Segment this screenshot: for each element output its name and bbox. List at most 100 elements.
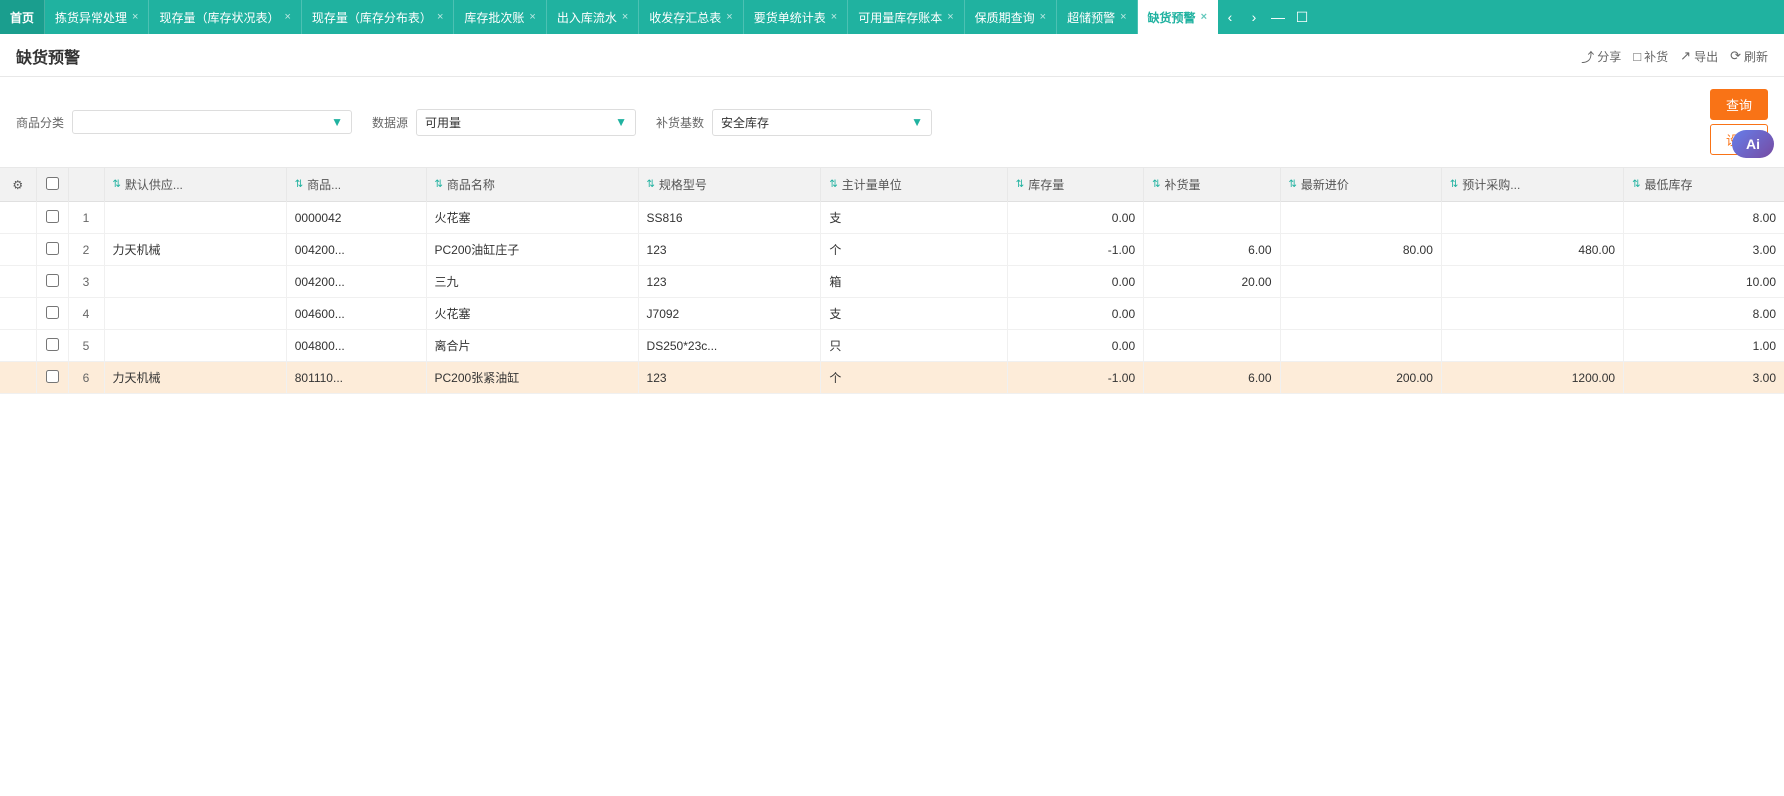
- tab-avail-close[interactable]: ×: [947, 11, 953, 23]
- category-select[interactable]: ▼: [72, 110, 352, 134]
- replenish-basis-select[interactable]: 安全库存 ▼: [712, 109, 932, 136]
- td-code-0: 0000042: [286, 202, 426, 234]
- td-gear-5: [0, 362, 36, 394]
- table-wrap: ⚙ ⇅ 默认供应... ⇅ 商: [0, 168, 1784, 394]
- td-supplier-3: [104, 298, 286, 330]
- td-name-4: 离合片: [426, 330, 638, 362]
- td-checkbox-3[interactable]: [36, 298, 68, 330]
- sort-icon-spec: ⇅: [647, 179, 655, 190]
- tab-stock2[interactable]: 现存量（库存分布表） ×: [302, 0, 454, 34]
- th-index: [68, 168, 104, 202]
- td-checkbox-5[interactable]: [36, 362, 68, 394]
- td-minstock-4: 1.00: [1624, 330, 1784, 362]
- tab-flow[interactable]: 出入库流水 ×: [547, 0, 639, 34]
- tab-pick[interactable]: 拣货异常处理 ×: [45, 0, 149, 34]
- th-gear[interactable]: ⚙: [0, 168, 36, 202]
- th-checkbox[interactable]: [36, 168, 68, 202]
- td-unit-4: 只: [821, 330, 1007, 362]
- td-spec-4: DS250*23c...: [638, 330, 821, 362]
- tab-minimize-btn[interactable]: —: [1266, 0, 1290, 34]
- tab-stock2-close[interactable]: ×: [437, 11, 443, 23]
- th-min-stock[interactable]: ⇅ 最低库存: [1624, 168, 1784, 202]
- tab-summary-label: 收发存汇总表: [649, 9, 721, 26]
- th-unit-label: 主计量单位: [842, 176, 902, 193]
- td-price-0: [1280, 202, 1441, 234]
- ai-button[interactable]: Ai: [1732, 130, 1774, 158]
- tab-batch-close[interactable]: ×: [529, 11, 535, 23]
- tab-summary[interactable]: 收发存汇总表 ×: [639, 0, 743, 34]
- tab-overstock[interactable]: 超储预警 ×: [1057, 0, 1137, 34]
- replenish-button[interactable]: □ 补货: [1633, 48, 1668, 65]
- tab-batch[interactable]: 库存批次账 ×: [454, 0, 546, 34]
- td-code-2: 004200...: [286, 266, 426, 298]
- tab-next-btn[interactable]: ›: [1242, 0, 1266, 34]
- table-row: 4 004600... 火花塞 J7092 支 0.00 8.00: [0, 298, 1784, 330]
- td-supplier-0: [104, 202, 286, 234]
- td-minstock-3: 8.00: [1624, 298, 1784, 330]
- td-checkbox-1[interactable]: [36, 234, 68, 266]
- tab-demand-label: 要货单统计表: [754, 9, 826, 26]
- sort-icon-estimated: ⇅: [1450, 179, 1458, 190]
- td-checkbox-4[interactable]: [36, 330, 68, 362]
- td-name-2: 三九: [426, 266, 638, 298]
- td-stock-3: 0.00: [1007, 298, 1143, 330]
- td-minstock-0: 8.00: [1624, 202, 1784, 234]
- row-checkbox-0[interactable]: [46, 210, 59, 223]
- th-estimated-label: 预计采购...: [1462, 176, 1520, 193]
- th-replenish-qty[interactable]: ⇅ 补货量: [1144, 168, 1280, 202]
- tab-avail[interactable]: 可用量库存账本 ×: [848, 0, 964, 34]
- row-checkbox-3[interactable]: [46, 306, 59, 319]
- th-default-supplier[interactable]: ⇅ 默认供应...: [104, 168, 286, 202]
- query-button[interactable]: 查询: [1710, 89, 1768, 120]
- th-product-code[interactable]: ⇅ 商品...: [286, 168, 426, 202]
- tab-expire-close[interactable]: ×: [1040, 11, 1046, 23]
- td-replenish-0: [1144, 202, 1280, 234]
- tab-demand[interactable]: 要货单统计表 ×: [744, 0, 848, 34]
- tab-expire[interactable]: 保质期查询 ×: [965, 0, 1057, 34]
- refresh-label: 刷新: [1744, 48, 1768, 65]
- tab-stock1[interactable]: 现存量（库存状况表） ×: [149, 0, 301, 34]
- th-min-label: 最低库存: [1645, 176, 1693, 193]
- tab-home[interactable]: 首页: [0, 0, 45, 34]
- tab-maximize-btn[interactable]: ☐: [1290, 0, 1314, 34]
- td-estimated-0: [1441, 202, 1623, 234]
- tab-shortage-label: 缺货预警: [1148, 9, 1196, 26]
- tab-pick-close[interactable]: ×: [132, 11, 138, 23]
- datasource-select[interactable]: 可用量 ▼: [416, 109, 636, 136]
- refresh-button[interactable]: ⟳ 刷新: [1730, 48, 1768, 65]
- th-latest-price[interactable]: ⇅ 最新进价: [1280, 168, 1441, 202]
- th-stock-qty[interactable]: ⇅ 库存量: [1007, 168, 1143, 202]
- row-checkbox-1[interactable]: [46, 242, 59, 255]
- th-unit[interactable]: ⇅ 主计量单位: [821, 168, 1007, 202]
- th-spec[interactable]: ⇅ 规格型号: [638, 168, 821, 202]
- th-estimated-purchase[interactable]: ⇅ 预计采购...: [1441, 168, 1623, 202]
- tab-summary-close[interactable]: ×: [726, 11, 732, 23]
- share-icon: ⤴: [1581, 47, 1594, 66]
- row-checkbox-2[interactable]: [46, 274, 59, 287]
- tab-flow-close[interactable]: ×: [622, 11, 628, 23]
- tab-bar: 首页 拣货异常处理 × 现存量（库存状况表） × 现存量（库存分布表） × 库存…: [0, 0, 1784, 34]
- share-button[interactable]: ⤴ 分享: [1581, 47, 1621, 66]
- row-checkbox-5[interactable]: [46, 370, 59, 383]
- row-checkbox-4[interactable]: [46, 338, 59, 351]
- tab-shortage[interactable]: 缺货预警 ×: [1138, 0, 1218, 34]
- tab-stock1-close[interactable]: ×: [284, 11, 290, 23]
- td-rownum-3: 4: [68, 298, 104, 330]
- tab-demand-close[interactable]: ×: [831, 11, 837, 23]
- tab-shortage-close[interactable]: ×: [1201, 11, 1207, 23]
- td-replenish-4: [1144, 330, 1280, 362]
- datasource-value: 可用量: [425, 114, 461, 131]
- data-table: ⚙ ⇅ 默认供应... ⇅ 商: [0, 168, 1784, 394]
- td-rownum-4: 5: [68, 330, 104, 362]
- export-button[interactable]: ↗ 导出: [1680, 48, 1718, 65]
- select-all-checkbox[interactable]: [46, 177, 59, 190]
- td-checkbox-0[interactable]: [36, 202, 68, 234]
- sort-icon-name: ⇅: [435, 179, 443, 190]
- tab-prev-btn[interactable]: ‹: [1218, 0, 1242, 34]
- tab-overstock-close[interactable]: ×: [1120, 11, 1126, 23]
- tab-home-label: 首页: [10, 9, 34, 26]
- sort-icon-replenish: ⇅: [1152, 179, 1160, 190]
- th-product-name[interactable]: ⇅ 商品名称: [426, 168, 638, 202]
- td-checkbox-2[interactable]: [36, 266, 68, 298]
- td-gear-0: [0, 202, 36, 234]
